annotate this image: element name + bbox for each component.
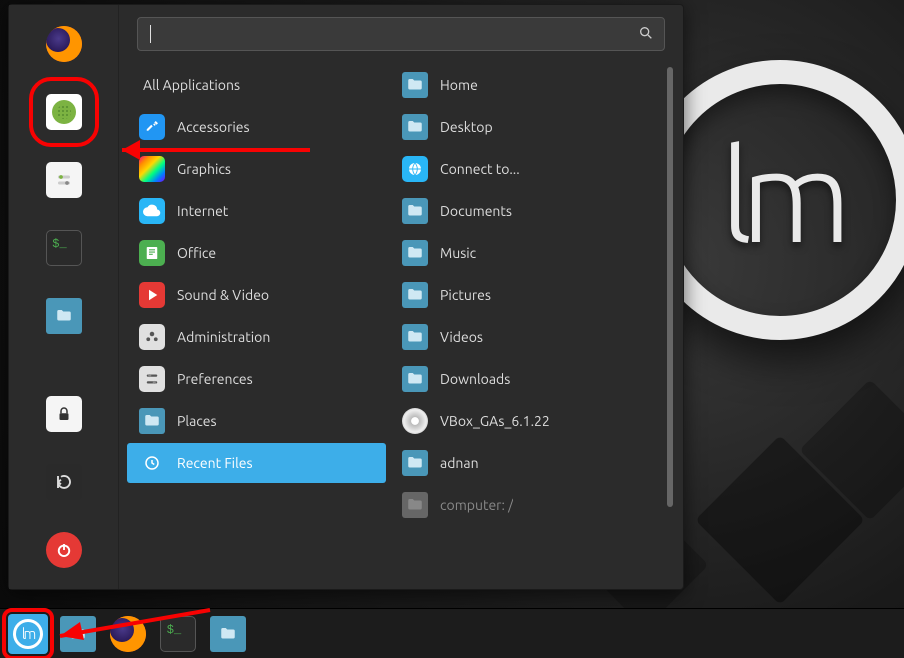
results-scrollbar[interactable] — [667, 67, 673, 507]
result-label: Videos — [440, 329, 483, 345]
category-label: Recent Files — [177, 455, 253, 471]
results-list: Home Desktop Connect to... Documents Music Pi… — [390, 61, 663, 581]
result-label: computer: / — [440, 497, 513, 513]
settings-icon[interactable] — [41, 157, 87, 203]
terminal-icon[interactable]: $_ — [41, 225, 87, 271]
result-label: Connect to... — [440, 161, 520, 177]
result-label: Music — [440, 245, 476, 261]
files-icon[interactable] — [41, 293, 87, 339]
result-label: Documents — [440, 203, 512, 219]
result-videos[interactable]: Videos — [390, 317, 663, 357]
firefox-icon[interactable] — [41, 21, 87, 67]
result-label: Home — [440, 77, 478, 93]
result-vbox-gas-6-1-22[interactable]: VBox_GAs_6.1.22 — [390, 401, 663, 441]
category-office[interactable]: Office — [127, 233, 386, 273]
category-label: Administration — [177, 329, 270, 345]
result-adnan[interactable]: adnan — [390, 443, 663, 483]
result-computer-[interactable]: computer: / — [390, 485, 663, 525]
search-icon — [638, 25, 654, 44]
category-label: Internet — [177, 203, 228, 219]
favorites-column: $_ — [9, 5, 119, 589]
result-label: adnan — [440, 455, 479, 471]
category-label: Office — [177, 245, 216, 261]
category-places[interactable]: Places — [127, 401, 386, 441]
search-input[interactable] — [151, 26, 638, 42]
category-internet[interactable]: Internet — [127, 191, 386, 231]
result-label: Pictures — [440, 287, 491, 303]
result-label: Desktop — [440, 119, 493, 135]
application-menu: $_ All ApplicationsAccessoriesGraphicsIn… — [8, 4, 684, 590]
category-label: Preferences — [177, 371, 253, 387]
result-label: VBox_GAs_6.1.22 — [440, 413, 550, 429]
result-label: Downloads — [440, 371, 510, 387]
category-sound-video[interactable]: Sound & Video — [127, 275, 386, 315]
result-downloads[interactable]: Downloads — [390, 359, 663, 399]
category-recent-files[interactable]: Recent Files — [127, 443, 386, 483]
power-icon[interactable] — [41, 527, 87, 573]
search-box[interactable] — [137, 17, 665, 51]
category-label: All Applications — [143, 77, 240, 93]
category-label: Sound & Video — [177, 287, 269, 303]
logout-icon[interactable] — [41, 459, 87, 505]
category-preferences[interactable]: Preferences — [127, 359, 386, 399]
category-all-applications[interactable]: All Applications — [127, 65, 386, 105]
lock-icon[interactable] — [41, 391, 87, 437]
result-documents[interactable]: Documents — [390, 191, 663, 231]
result-pictures[interactable]: Pictures — [390, 275, 663, 315]
result-connect-to-[interactable]: Connect to... — [390, 149, 663, 189]
result-desktop[interactable]: Desktop — [390, 107, 663, 147]
category-label: Places — [177, 413, 217, 429]
result-music[interactable]: Music — [390, 233, 663, 273]
category-administration[interactable]: Administration — [127, 317, 386, 357]
software-manager-icon[interactable] — [41, 89, 87, 135]
result-home[interactable]: Home — [390, 65, 663, 105]
